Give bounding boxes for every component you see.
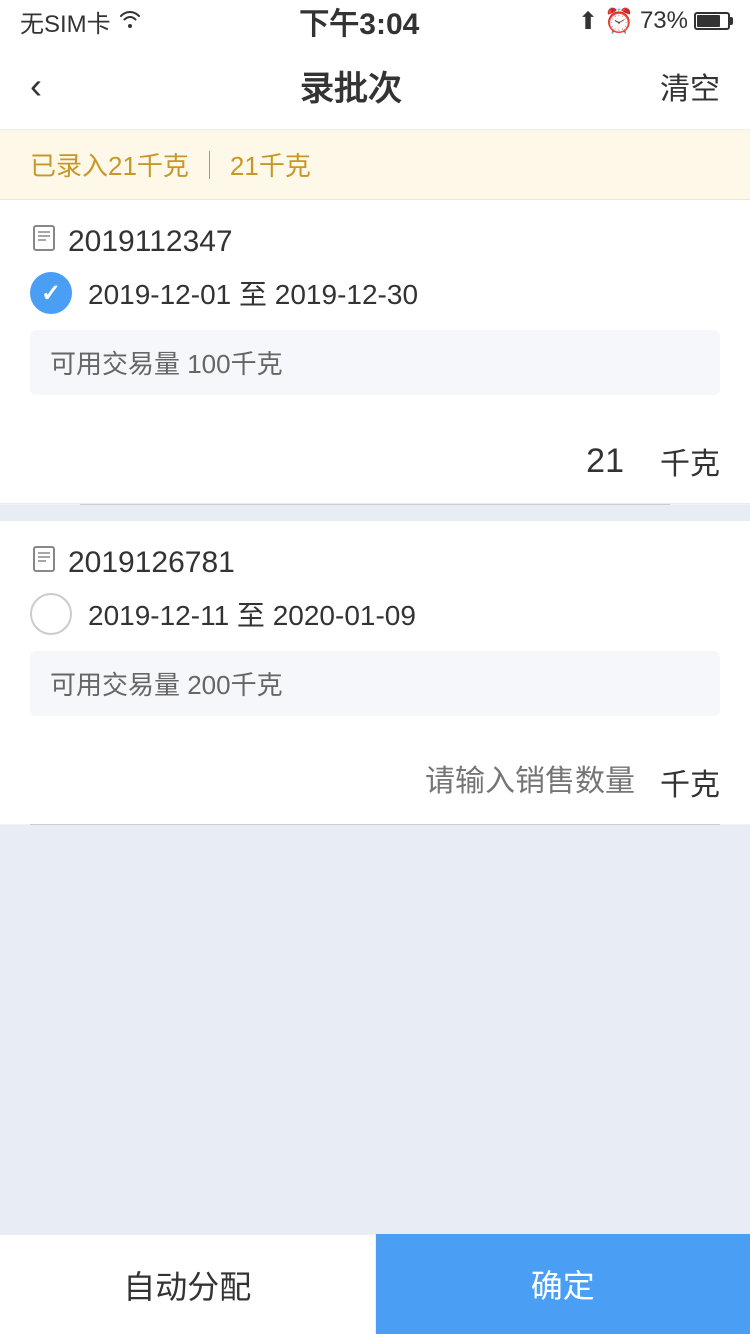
clear-button[interactable]: 清空 [660,64,720,108]
batch-1-card: 2019112347 2019-12-01 至 2019-12-30 可用交易量… [0,200,750,419]
batch-1-quantity-value: 21 [586,442,624,481]
section-separator [0,505,750,521]
batch-1-id: 2019112347 [68,225,233,259]
batch-2-date: 2019-12-11 至 2020-01-09 [88,594,416,634]
batch-1-quantity-unit: 千克 [660,439,720,483]
batch-2-available: 可用交易量 200千克 [30,651,720,716]
confirm-button[interactable]: 确定 [376,1234,750,1334]
batch-1-radio[interactable] [30,272,72,314]
batch-2-unit: 千克 [660,760,720,804]
alarm-icon: ⏰ [604,7,634,36]
batch-2-id: 2019126781 [68,546,235,580]
batch-2-date-row[interactable]: 2019-12-11 至 2020-01-09 [30,593,720,635]
nav-bar: ‹ 录批次 清空 [0,42,750,130]
status-right: ⬆ ⏰ 73% [578,7,730,36]
recorded-value: 21千克 [230,146,311,183]
location-icon: ⬆ [578,7,598,36]
bottom-bar: 自动分配 确定 [0,1234,750,1334]
batch-1-date-row[interactable]: 2019-12-01 至 2019-12-30 [30,272,720,314]
batch-1-date: 2019-12-01 至 2019-12-30 [88,273,418,313]
back-button[interactable]: ‹ [30,65,42,107]
batch-2-input-row[interactable]: 千克 [0,740,750,824]
page-title: 录批次 [300,61,402,110]
carrier-text: 无SIM卡 [20,4,111,39]
banner-divider [209,151,210,179]
batch-2-doc-icon [30,545,58,581]
info-banner: 已录入21千克 21千克 [0,130,750,200]
battery-percentage: 73% [640,7,688,35]
auto-distribute-button[interactable]: 自动分配 [0,1234,376,1334]
batch-1-available: 可用交易量 100千克 [30,330,720,395]
batch-1-doc-icon [30,224,58,260]
batch-1-quantity-row: 21 千克 [0,419,750,504]
batch-2-id-row: 2019126781 [30,545,720,581]
batch-2-radio[interactable] [30,593,72,635]
batch-1-id-row: 2019112347 [30,224,720,260]
status-left: 无SIM卡 [20,4,141,39]
battery-icon [694,12,730,30]
wifi-icon [119,7,141,35]
status-time: 下午3:04 [299,0,419,43]
status-bar: 无SIM卡 下午3:04 ⬆ ⏰ 73% [0,0,750,42]
batch-2-card: 2019126781 2019-12-11 至 2020-01-09 可用交易量… [0,521,750,740]
quantity-input[interactable] [350,765,650,799]
empty-area [0,825,750,1245]
recorded-label: 已录入21千克 [30,146,189,183]
